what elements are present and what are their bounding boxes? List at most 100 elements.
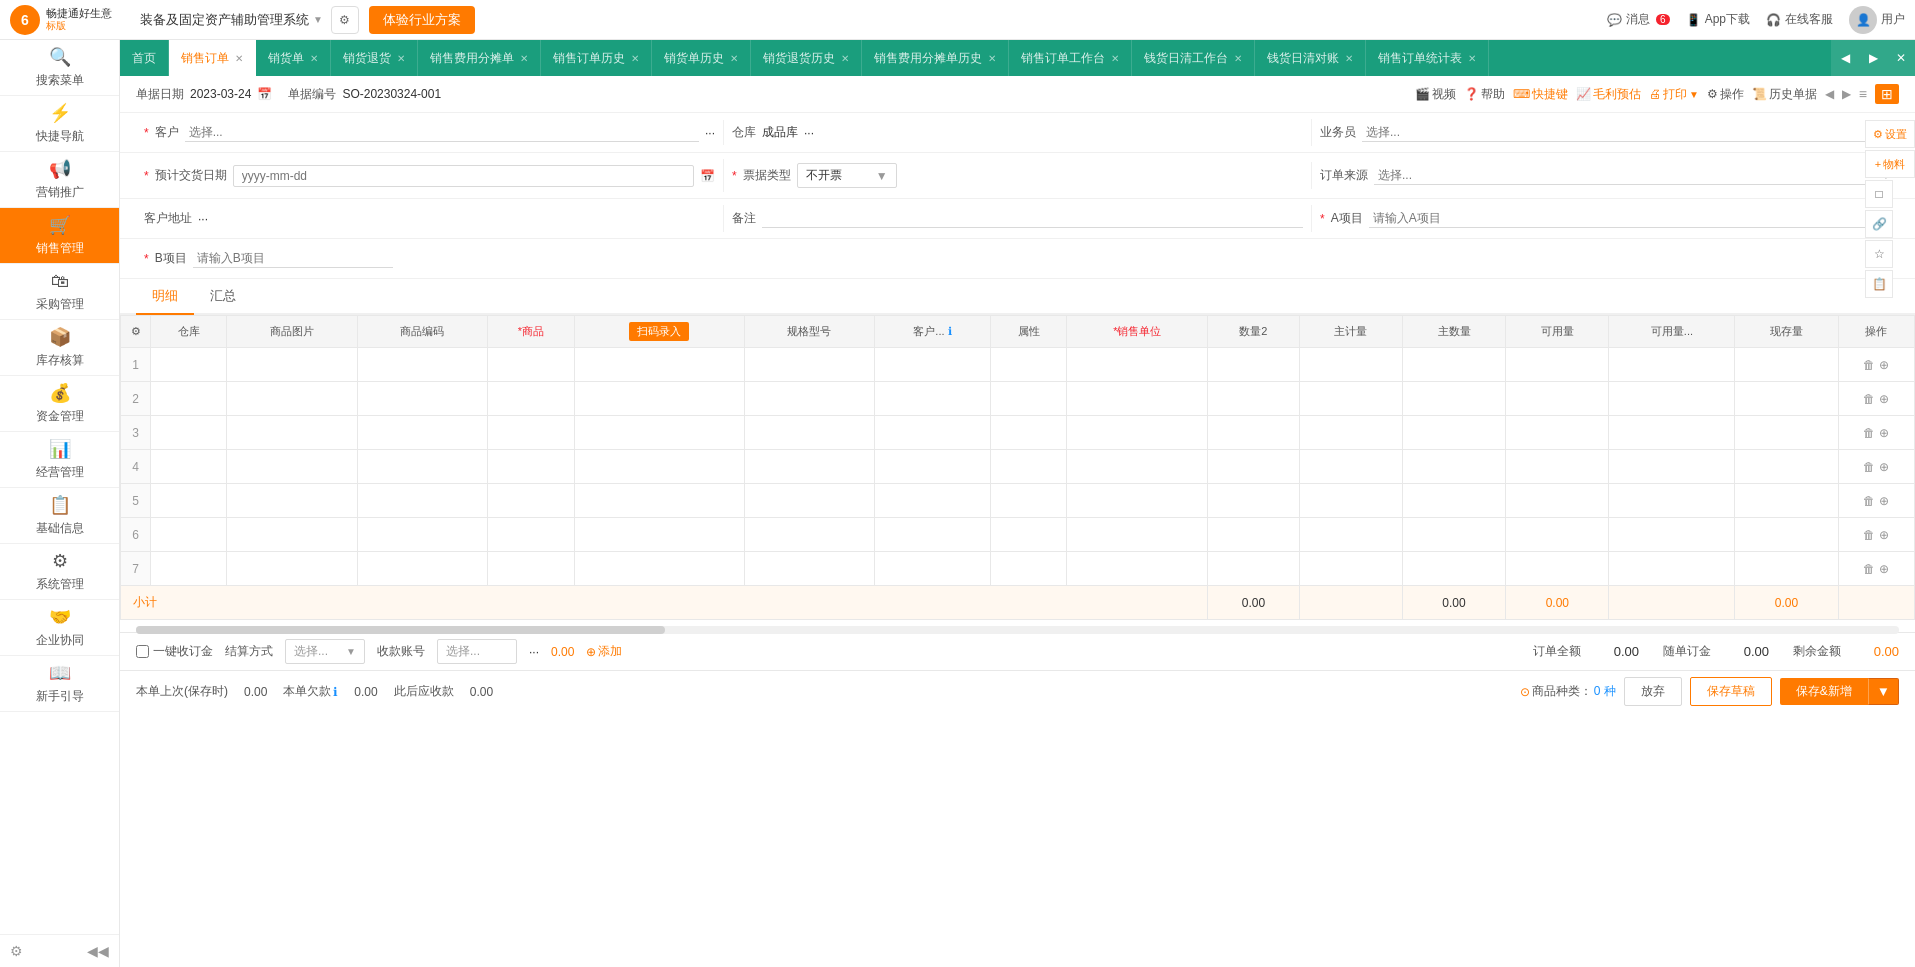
- tab-home[interactable]: 首页: [120, 40, 169, 76]
- row-1-warehouse[interactable]: [151, 348, 227, 382]
- right-btn-4[interactable]: 📋: [1865, 270, 1893, 298]
- row-2-unit[interactable]: [1067, 382, 1208, 416]
- row-5-warehouse[interactable]: [151, 484, 227, 518]
- col-gear[interactable]: ⚙: [121, 316, 151, 348]
- row-3-warehouse[interactable]: [151, 416, 227, 450]
- row-5-copy-icon[interactable]: ⊕: [1879, 494, 1889, 508]
- warehouse-expand-button[interactable]: ···: [804, 126, 814, 140]
- row-2-attr[interactable]: [991, 382, 1067, 416]
- row-3-delete-icon[interactable]: 🗑: [1863, 426, 1875, 440]
- row-4-main-unit[interactable]: [1299, 450, 1402, 484]
- row-1-customer-code[interactable]: [874, 348, 990, 382]
- row-5-attr[interactable]: [991, 484, 1067, 518]
- sidebar-item-inventory[interactable]: 📦 库存核算: [0, 320, 119, 376]
- row-3-attr[interactable]: [991, 416, 1067, 450]
- row-3-scan[interactable]: [574, 416, 744, 450]
- row-6-unit[interactable]: [1067, 518, 1208, 552]
- row-6-warehouse[interactable]: [151, 518, 227, 552]
- row-7-warehouse[interactable]: [151, 552, 227, 586]
- scan-entry-button[interactable]: 扫码录入: [629, 322, 689, 341]
- tab-sales-workbench[interactable]: 销售订单工作台 ✕: [1009, 40, 1132, 76]
- row-5-spec[interactable]: [744, 484, 874, 518]
- tab-sales-stats[interactable]: 销售订单统计表 ✕: [1366, 40, 1489, 76]
- row-4-qty2[interactable]: [1208, 450, 1299, 484]
- sidebar-item-quick-nav[interactable]: ⚡ 快捷导航: [0, 96, 119, 152]
- row-1-image[interactable]: [227, 348, 357, 382]
- horizontal-scrollbar[interactable]: [136, 626, 1899, 634]
- tab-close-sales-goods-history[interactable]: ✕: [730, 53, 738, 64]
- sidebar-item-finance[interactable]: 💰 资金管理: [0, 376, 119, 432]
- row-6-image[interactable]: [227, 518, 357, 552]
- row-1-attr[interactable]: [991, 348, 1067, 382]
- shortcut-button[interactable]: ⌨ 快捷键: [1513, 86, 1568, 103]
- row-5-unit[interactable]: [1067, 484, 1208, 518]
- row-2-main-unit[interactable]: [1299, 382, 1402, 416]
- row-2-customer-code[interactable]: [874, 382, 990, 416]
- row-1-delete-icon[interactable]: 🗑: [1863, 358, 1875, 372]
- tab-next-button[interactable]: ▶: [1859, 40, 1887, 76]
- row-3-spec[interactable]: [744, 416, 874, 450]
- app-download-button[interactable]: 📱 App下载: [1686, 11, 1750, 28]
- row-6-copy-icon[interactable]: ⊕: [1879, 528, 1889, 542]
- row-3-code[interactable]: [357, 416, 487, 450]
- row-4-attr[interactable]: [991, 450, 1067, 484]
- sidebar-item-system[interactable]: ⚙ 系统管理: [0, 544, 119, 600]
- print-dropdown-arrow[interactable]: ▼: [1689, 89, 1699, 100]
- tab-close-sales-stats[interactable]: ✕: [1468, 53, 1476, 64]
- a-project-input[interactable]: [1369, 209, 1891, 228]
- page-next-button[interactable]: ▶: [1842, 87, 1851, 101]
- row-4-available[interactable]: [1506, 450, 1609, 484]
- account-expand-button[interactable]: ···: [529, 645, 539, 659]
- tab-close-cash-reconcile[interactable]: ✕: [1345, 53, 1353, 64]
- row-4-unit[interactable]: [1067, 450, 1208, 484]
- row-3-image[interactable]: [227, 416, 357, 450]
- detail-tab-summary[interactable]: 汇总: [194, 279, 252, 315]
- row-7-image[interactable]: [227, 552, 357, 586]
- row-4-copy-icon[interactable]: ⊕: [1879, 460, 1889, 474]
- row-5-main-unit[interactable]: [1299, 484, 1402, 518]
- sidebar-item-basic-info[interactable]: 📋 基础信息: [0, 488, 119, 544]
- row-5-scan[interactable]: [574, 484, 744, 518]
- tab-sales-return[interactable]: 销货退货 ✕: [331, 40, 418, 76]
- row-5-qty2[interactable]: [1208, 484, 1299, 518]
- row-5-available2[interactable]: [1609, 484, 1735, 518]
- row-3-main-qty[interactable]: [1402, 416, 1505, 450]
- history-button[interactable]: 📜 历史单据: [1752, 86, 1817, 103]
- scrollbar-thumb[interactable]: [136, 626, 665, 634]
- customer-input[interactable]: [185, 123, 699, 142]
- message-button[interactable]: 💬 消息 6: [1607, 11, 1670, 28]
- row-1-code[interactable]: [357, 348, 487, 382]
- row-6-customer-code[interactable]: [874, 518, 990, 552]
- row-1-available[interactable]: [1506, 348, 1609, 382]
- row-1-scan[interactable]: [574, 348, 744, 382]
- row-3-main-unit[interactable]: [1299, 416, 1402, 450]
- row-5-code[interactable]: [357, 484, 487, 518]
- row-6-stock[interactable]: [1735, 518, 1838, 552]
- abandon-button[interactable]: 放弃: [1624, 677, 1682, 706]
- tab-sales-goods[interactable]: 销货单 ✕: [256, 40, 331, 76]
- industry-solution-button[interactable]: 体验行业方案: [369, 6, 475, 34]
- row-3-qty2[interactable]: [1208, 416, 1299, 450]
- row-1-available2[interactable]: [1609, 348, 1735, 382]
- sidebar-collapse-button[interactable]: ◀◀: [87, 943, 109, 959]
- row-2-stock[interactable]: [1735, 382, 1838, 416]
- row-5-customer-code[interactable]: [874, 484, 990, 518]
- one-click-payment-input[interactable]: [136, 645, 149, 658]
- row-6-qty2[interactable]: [1208, 518, 1299, 552]
- row-6-main-unit[interactable]: [1299, 518, 1402, 552]
- sidebar-item-guide[interactable]: 📖 新手引导: [0, 656, 119, 712]
- row-4-code[interactable]: [357, 450, 487, 484]
- sidebar-item-marketing[interactable]: 📢 营销推广: [0, 152, 119, 208]
- tab-close-all-button[interactable]: ✕: [1887, 40, 1915, 76]
- tab-close-sales-return-history[interactable]: ✕: [841, 53, 849, 64]
- row-4-available2[interactable]: [1609, 450, 1735, 484]
- form-view-button[interactable]: ⊞: [1875, 84, 1899, 104]
- row-7-stock[interactable]: [1735, 552, 1838, 586]
- row-6-spec[interactable]: [744, 518, 874, 552]
- sidebar-item-sales[interactable]: 🛒 销售管理: [0, 208, 119, 264]
- row-7-copy-icon[interactable]: ⊕: [1879, 562, 1889, 576]
- row-7-unit[interactable]: [1067, 552, 1208, 586]
- one-click-payment-checkbox[interactable]: 一键收订金: [136, 643, 213, 660]
- tab-sales-return-history[interactable]: 销货退货历史 ✕: [751, 40, 862, 76]
- row-7-scan[interactable]: [574, 552, 744, 586]
